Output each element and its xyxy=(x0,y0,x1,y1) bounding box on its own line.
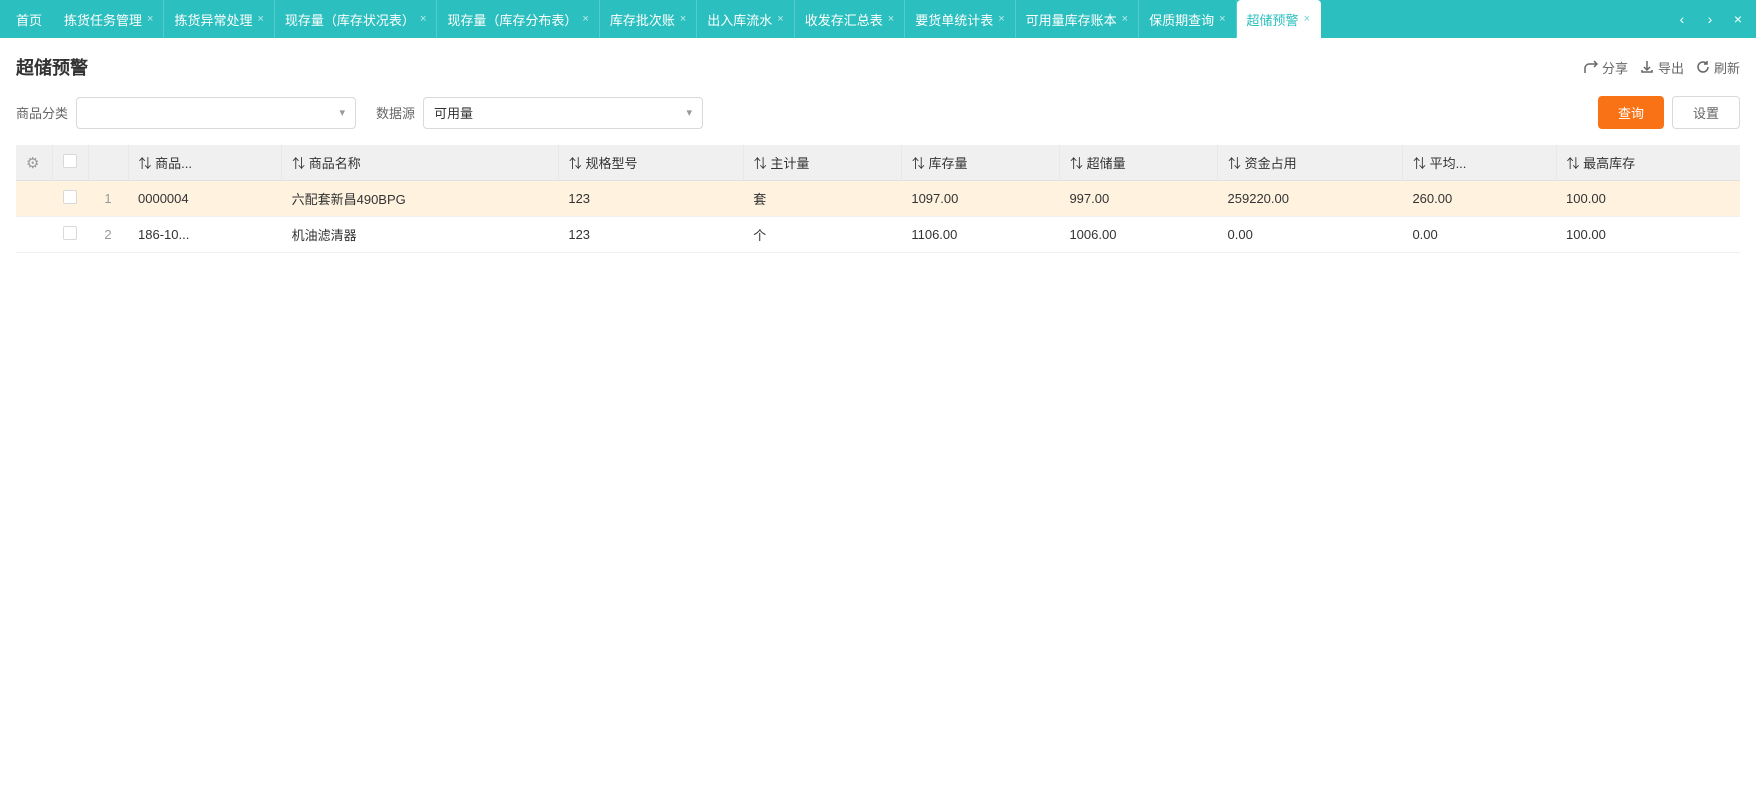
row-settings-cell xyxy=(16,181,52,217)
close-tab-4[interactable]: × xyxy=(680,13,686,25)
row-avg-1: 0.00 xyxy=(1402,217,1556,253)
close-tab-6[interactable]: × xyxy=(888,13,894,25)
close-tab-5[interactable]: × xyxy=(777,13,783,25)
settings-button[interactable]: 设置 xyxy=(1672,96,1740,129)
close-tab-10[interactable]: × xyxy=(1304,13,1310,25)
filter-product-category: 商品分类 ▾ xyxy=(16,97,356,129)
datasource-select[interactable]: 可用量 ▾ xyxy=(423,97,703,129)
row-settings-cell xyxy=(16,217,52,253)
main-content: 超储预警 分享 导出 刷新 xyxy=(0,38,1756,800)
chevron-down-icon-2: ▾ xyxy=(687,106,693,119)
chevron-down-icon: ▾ xyxy=(339,106,345,119)
row-unit-1: 个 xyxy=(743,217,901,253)
close-tab-1[interactable]: × xyxy=(257,13,263,25)
close-tab-3[interactable]: × xyxy=(582,13,588,25)
col-header-over-stock[interactable]: ⇅ 超储量 xyxy=(1059,145,1217,181)
nav-tab-1[interactable]: 拣货异常处理 × xyxy=(164,0,274,38)
row-checkbox-cell xyxy=(52,181,88,217)
nav-tab-6[interactable]: 收发存汇总表 × xyxy=(795,0,905,38)
table-row: 2 186-10... 机油滤清器 123 个 1106.00 1006.00 … xyxy=(16,217,1740,253)
share-icon xyxy=(1584,60,1598,74)
gear-icon[interactable]: ⚙ xyxy=(26,155,39,172)
refresh-button[interactable]: 刷新 xyxy=(1696,58,1740,77)
col-header-product-code[interactable]: ⇅ 商品... xyxy=(128,145,282,181)
row-max-stock-0: 100.00 xyxy=(1556,181,1740,217)
close-tab-9[interactable]: × xyxy=(1219,13,1225,25)
col-header-settings: ⚙ xyxy=(16,145,52,181)
table-header-row: ⚙ ⇅ 商品... ⇅ 商品名称 ⇅ 规格型号 ⇅ 主计量 xyxy=(16,145,1740,181)
col-header-checkbox xyxy=(52,145,88,181)
row-spec-0: 123 xyxy=(558,181,743,217)
nav-tab-3[interactable]: 现存量（库存分布表） × xyxy=(437,0,599,38)
nav-tab-8[interactable]: 可用量库存账本 × xyxy=(1016,0,1139,38)
row-index-1: 2 xyxy=(88,217,128,253)
row-product-code-0: 0000004 xyxy=(128,181,282,217)
row-product-name-0: 六配套新昌490BPG xyxy=(282,181,559,217)
nav-tab-2[interactable]: 现存量（库存状况表） × xyxy=(275,0,437,38)
filter-area: 商品分类 ▾ 数据源 可用量 ▾ 查询 设置 xyxy=(16,96,1740,129)
nav-arrow-right[interactable]: › xyxy=(1696,0,1724,38)
row-index-0: 1 xyxy=(88,181,128,217)
col-header-spec[interactable]: ⇅ 规格型号 xyxy=(558,145,743,181)
col-header-unit[interactable]: ⇅ 主计量 xyxy=(743,145,901,181)
row-checkbox-1[interactable] xyxy=(63,226,77,240)
col-header-stock[interactable]: ⇅ 库存量 xyxy=(901,145,1059,181)
top-nav: 首页 拣货任务管理 × 拣货异常处理 × 现存量（库存状况表） × 现存量（库存… xyxy=(0,0,1756,38)
datasource-label: 数据源 xyxy=(376,103,415,122)
col-header-product-name[interactable]: ⇅ 商品名称 xyxy=(282,145,559,181)
nav-arrow-left[interactable]: ‹ xyxy=(1668,0,1696,38)
row-unit-0: 套 xyxy=(743,181,901,217)
close-tab-0[interactable]: × xyxy=(147,13,153,25)
nav-home[interactable]: 首页 xyxy=(4,10,54,29)
col-header-capital[interactable]: ⇅ 资金占用 xyxy=(1218,145,1403,181)
nav-arrows: ‹ › × xyxy=(1668,0,1752,38)
col-header-avg[interactable]: ⇅ 平均... xyxy=(1402,145,1556,181)
row-spec-1: 123 xyxy=(558,217,743,253)
row-product-name-1: 机油滤清器 xyxy=(282,217,559,253)
row-over-stock-1: 1006.00 xyxy=(1059,217,1217,253)
row-checkbox-0[interactable] xyxy=(63,190,77,204)
close-tab-7[interactable]: × xyxy=(998,13,1004,25)
nav-arrow-close[interactable]: × xyxy=(1724,0,1752,38)
row-capital-0: 259220.00 xyxy=(1218,181,1403,217)
filter-actions: 查询 设置 xyxy=(1598,96,1740,129)
header-actions: 分享 导出 刷新 xyxy=(1584,58,1740,77)
export-icon xyxy=(1640,60,1654,74)
select-all-checkbox[interactable] xyxy=(63,154,77,168)
row-over-stock-0: 997.00 xyxy=(1059,181,1217,217)
table-row: 1 0000004 六配套新昌490BPG 123 套 1097.00 997.… xyxy=(16,181,1740,217)
table-body: 1 0000004 六配套新昌490BPG 123 套 1097.00 997.… xyxy=(16,181,1740,253)
nav-tab-9[interactable]: 保质期查询 × xyxy=(1139,0,1236,38)
page-title: 超储预警 xyxy=(16,54,88,80)
close-tab-8[interactable]: × xyxy=(1122,13,1128,25)
row-stock-0: 1097.00 xyxy=(901,181,1059,217)
page-header: 超储预警 分享 导出 刷新 xyxy=(16,54,1740,80)
nav-tab-0[interactable]: 拣货任务管理 × xyxy=(54,0,164,38)
close-tab-2[interactable]: × xyxy=(420,13,426,25)
nav-tab-10[interactable]: 超储预警 × xyxy=(1237,0,1321,38)
product-category-select[interactable]: ▾ xyxy=(76,97,356,129)
data-table: ⚙ ⇅ 商品... ⇅ 商品名称 ⇅ 规格型号 ⇅ 主计量 xyxy=(16,145,1740,253)
row-stock-1: 1106.00 xyxy=(901,217,1059,253)
share-button[interactable]: 分享 xyxy=(1584,58,1628,77)
row-capital-1: 0.00 xyxy=(1218,217,1403,253)
nav-tab-7[interactable]: 要货单统计表 × xyxy=(905,0,1015,38)
export-button[interactable]: 导出 xyxy=(1640,58,1684,77)
query-button[interactable]: 查询 xyxy=(1598,96,1664,129)
row-avg-0: 260.00 xyxy=(1402,181,1556,217)
row-product-code-1: 186-10... xyxy=(128,217,282,253)
nav-tab-5[interactable]: 出入库流水 × xyxy=(697,0,794,38)
row-checkbox-cell xyxy=(52,217,88,253)
product-category-label: 商品分类 xyxy=(16,103,68,122)
row-max-stock-1: 100.00 xyxy=(1556,217,1740,253)
col-header-max-stock[interactable]: ⇅ 最高库存 xyxy=(1556,145,1740,181)
filter-datasource: 数据源 可用量 ▾ xyxy=(376,97,703,129)
nav-tab-4[interactable]: 库存批次账 × xyxy=(600,0,697,38)
refresh-icon xyxy=(1696,60,1710,74)
col-header-index xyxy=(88,145,128,181)
